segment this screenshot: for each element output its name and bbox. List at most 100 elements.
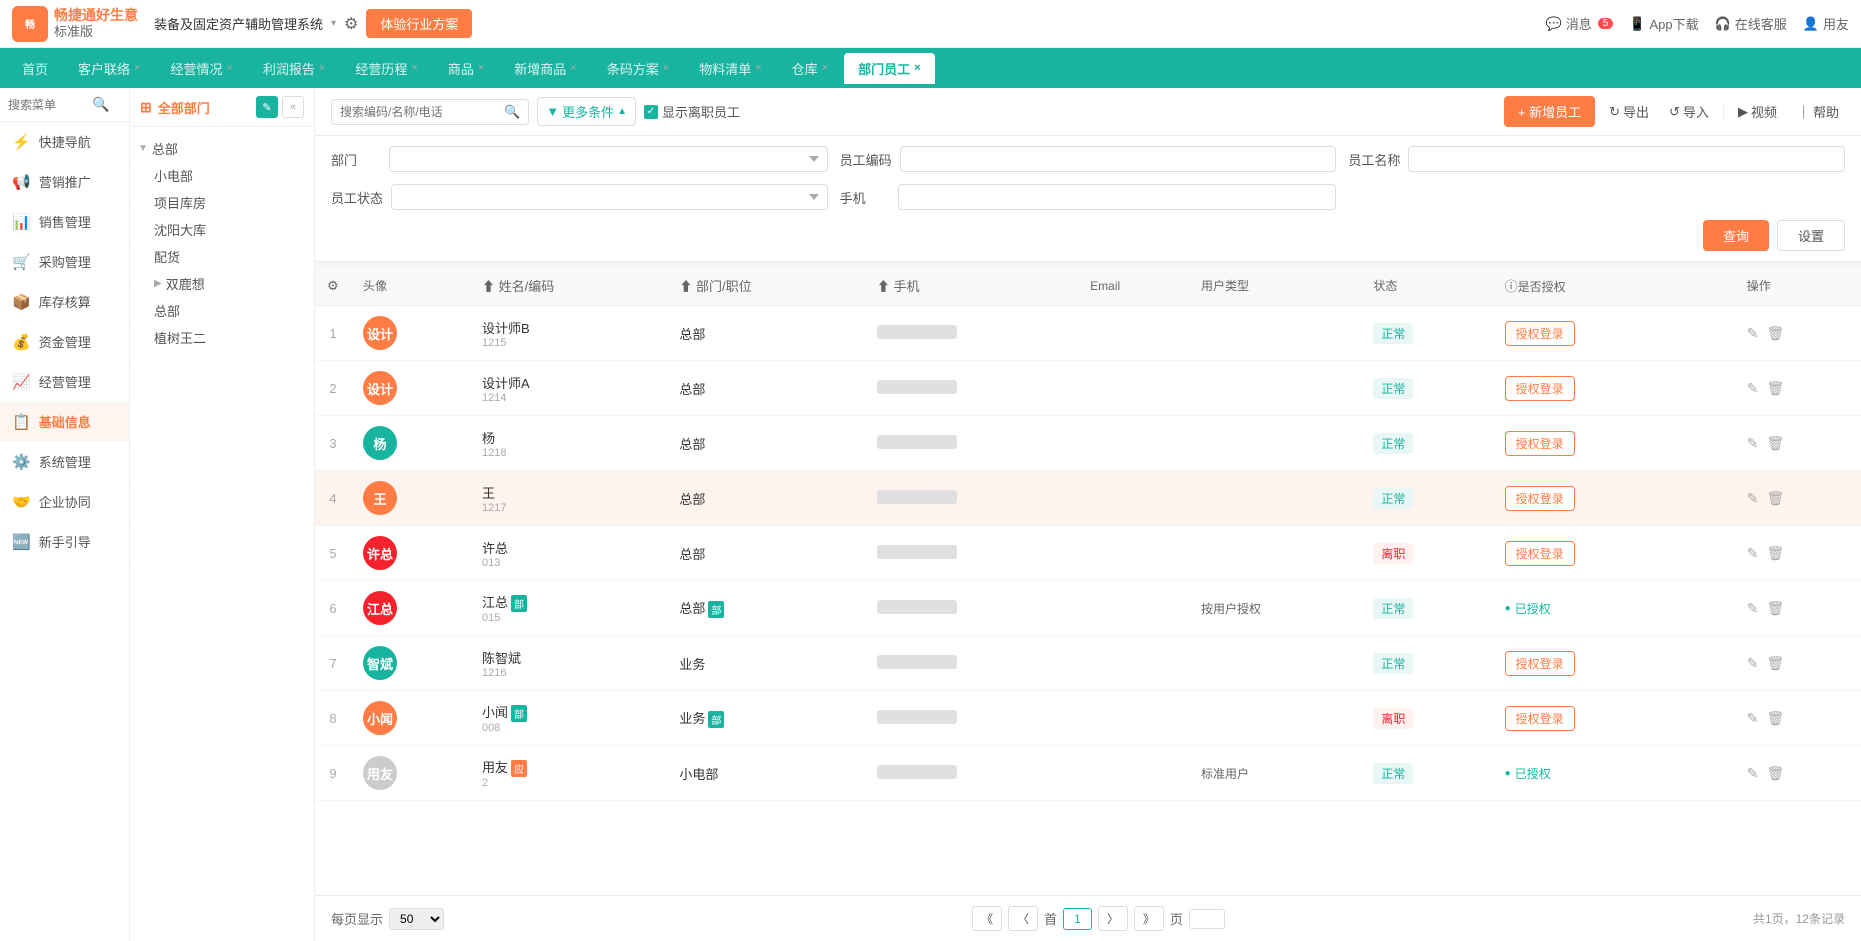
export-button[interactable]: ↻ 导出 (1603, 98, 1655, 125)
col-name-code[interactable]: ⬆ 姓名/编码 (470, 266, 667, 306)
filter-dept-select[interactable] (389, 146, 828, 172)
delete-icon[interactable]: 🗑 (1766, 710, 1784, 727)
filter-emp-name-input[interactable] (1408, 146, 1845, 172)
col-phone[interactable]: ⬆ 手机 (865, 266, 1078, 306)
delete-icon[interactable]: 🗑 (1766, 765, 1784, 782)
close-icon[interactable]: × (755, 62, 761, 74)
tab-bom[interactable]: 物料清单× (685, 53, 775, 84)
close-icon[interactable]: × (411, 62, 417, 74)
edit-icon[interactable]: ✎ (1747, 435, 1759, 452)
tab-customer[interactable]: 客户联络× (64, 53, 154, 84)
view-button[interactable]: ▶ 视频 (1732, 98, 1783, 125)
close-icon[interactable]: × (478, 62, 484, 74)
close-icon[interactable]: × (319, 62, 325, 74)
delete-icon[interactable]: 🗑 (1766, 380, 1784, 397)
tab-home[interactable]: 首页 (8, 53, 62, 84)
close-icon[interactable]: × (226, 62, 232, 74)
dept-collapse-btn[interactable]: « (282, 96, 304, 118)
tab-goods[interactable]: 商品× (434, 53, 498, 84)
dept-item-zhishu[interactable]: 植树王二 (138, 324, 306, 351)
sidebar-item-system[interactable]: ⚙️系统管理 (0, 442, 129, 482)
tab-profit[interactable]: 利润报告× (249, 53, 339, 84)
tab-warehouse[interactable]: 仓库× (778, 53, 842, 84)
tab-barcode[interactable]: 条码方案× (593, 53, 683, 84)
auth-login-button[interactable]: 授权登录 (1505, 706, 1575, 731)
query-button[interactable]: 查询 (1703, 220, 1769, 251)
add-employee-button[interactable]: + 新增员工 (1504, 96, 1595, 127)
auth-login-button[interactable]: 授权登录 (1505, 376, 1575, 401)
col-dept-pos[interactable]: ⬆ 部门/职位 (667, 266, 864, 306)
sidebar-item-inventory[interactable]: 📦库存核算 (0, 282, 129, 322)
delete-icon[interactable]: 🗑 (1766, 325, 1784, 342)
sidebar-item-marketing[interactable]: 📢营销推广 (0, 162, 129, 202)
tab-history[interactable]: 经营历程× (341, 53, 431, 84)
auth-login-button[interactable]: 授权登录 (1505, 486, 1575, 511)
delete-icon[interactable]: 🗑 (1766, 435, 1784, 452)
dept-edit-btn[interactable]: ✎ (256, 96, 278, 118)
sidebar-search-input[interactable] (8, 98, 88, 112)
show-resign-toggle[interactable]: ✓ 显示离职员工 (644, 102, 740, 121)
search-box[interactable]: 🔍 (331, 99, 529, 125)
trial-button[interactable]: 体验行业方案 (366, 9, 472, 38)
delete-icon[interactable]: 🗑 (1766, 655, 1784, 672)
delete-icon[interactable]: 🗑 (1766, 600, 1784, 617)
close-icon[interactable]: × (822, 62, 828, 74)
close-icon[interactable]: × (914, 62, 920, 74)
col-settings[interactable]: ⚙ (315, 266, 351, 306)
tab-employees[interactable]: 部门员工× (844, 53, 934, 84)
sidebar-search-box[interactable]: 🔍 (0, 88, 129, 122)
set-button[interactable]: 设置 (1777, 220, 1845, 251)
dept-item-root[interactable]: ▼ 总部 (138, 135, 306, 162)
message-button[interactable]: 💬 消息 5 (1546, 14, 1614, 33)
sidebar-item-quick-nav[interactable]: ⚡快捷导航 (0, 122, 129, 162)
dept-item-shenyang[interactable]: 沈阳大库 (138, 216, 306, 243)
sidebar-item-sales[interactable]: 📊销售管理 (0, 202, 129, 242)
help-button[interactable]: ｜ 帮助 (1791, 98, 1845, 125)
auth-login-button[interactable]: 授权登录 (1505, 431, 1575, 456)
next-page-button[interactable]: 〉 (1098, 906, 1128, 931)
prev-page-button[interactable]: 〈 (1008, 906, 1038, 931)
edit-icon[interactable]: ✎ (1747, 600, 1759, 617)
tab-operation[interactable]: 经营情况× (156, 53, 246, 84)
dept-item-shuanglu[interactable]: ▶ 双鹿想 (138, 270, 306, 297)
per-page-select[interactable]: 50 100 200 (389, 908, 444, 930)
sidebar-item-finance[interactable]: 💰资金管理 (0, 322, 129, 362)
filter-emp-status-select[interactable] (391, 184, 828, 210)
close-icon[interactable]: × (663, 62, 669, 74)
edit-icon[interactable]: ✎ (1747, 490, 1759, 507)
user-avatar[interactable]: 👤 用友 (1803, 14, 1849, 33)
delete-icon[interactable]: 🗑 (1766, 490, 1784, 507)
sidebar-item-operation-mgmt[interactable]: 📈经营管理 (0, 362, 129, 402)
dept-item-projroom[interactable]: 项目库房 (138, 189, 306, 216)
edit-icon[interactable]: ✎ (1747, 655, 1759, 672)
gear-icon[interactable]: ⚙ (344, 14, 358, 34)
app-download-button[interactable]: 📱 App下载 (1629, 14, 1698, 33)
auth-login-button[interactable]: 授权登录 (1505, 651, 1575, 676)
close-icon[interactable]: × (570, 62, 576, 74)
import-button[interactable]: ↺ 导入 (1663, 98, 1715, 125)
sidebar-item-guide[interactable]: 🆕新手引导 (0, 522, 129, 562)
dept-item-peihuo[interactable]: 配货 (138, 243, 306, 270)
dept-item-zongbu[interactable]: 总部 (138, 297, 306, 324)
edit-icon[interactable]: ✎ (1747, 710, 1759, 727)
online-service-button[interactable]: 🎧 在线客服 (1715, 14, 1787, 33)
edit-icon[interactable]: ✎ (1747, 765, 1759, 782)
search-input[interactable] (340, 105, 500, 119)
auth-login-button[interactable]: 授权登录 (1505, 541, 1575, 566)
edit-icon[interactable]: ✎ (1747, 325, 1759, 342)
sidebar-item-purchase[interactable]: 🛒采购管理 (0, 242, 129, 282)
edit-icon[interactable]: ✎ (1747, 380, 1759, 397)
tab-add-goods[interactable]: 新增商品× (500, 53, 590, 84)
filter-phone-input[interactable] (898, 184, 1337, 210)
more-filter-button[interactable]: ▼ 更多条件 ▲ (537, 97, 636, 126)
sys-dropdown-arrow[interactable]: ▾ (331, 18, 336, 29)
dept-all-label[interactable]: ⊞ 全部部门 (140, 98, 210, 117)
dept-item-xiaodibu[interactable]: 小电部 (138, 162, 306, 189)
filter-emp-code-input[interactable] (900, 146, 1337, 172)
delete-icon[interactable]: 🗑 (1766, 545, 1784, 562)
first-page-button[interactable]: 《 (972, 906, 1002, 931)
edit-icon[interactable]: ✎ (1747, 545, 1759, 562)
last-page-button[interactable]: 》 (1134, 906, 1164, 931)
sidebar-item-basic-info[interactable]: 📋基础信息 (0, 402, 129, 442)
auth-login-button[interactable]: 授权登录 (1505, 321, 1575, 346)
